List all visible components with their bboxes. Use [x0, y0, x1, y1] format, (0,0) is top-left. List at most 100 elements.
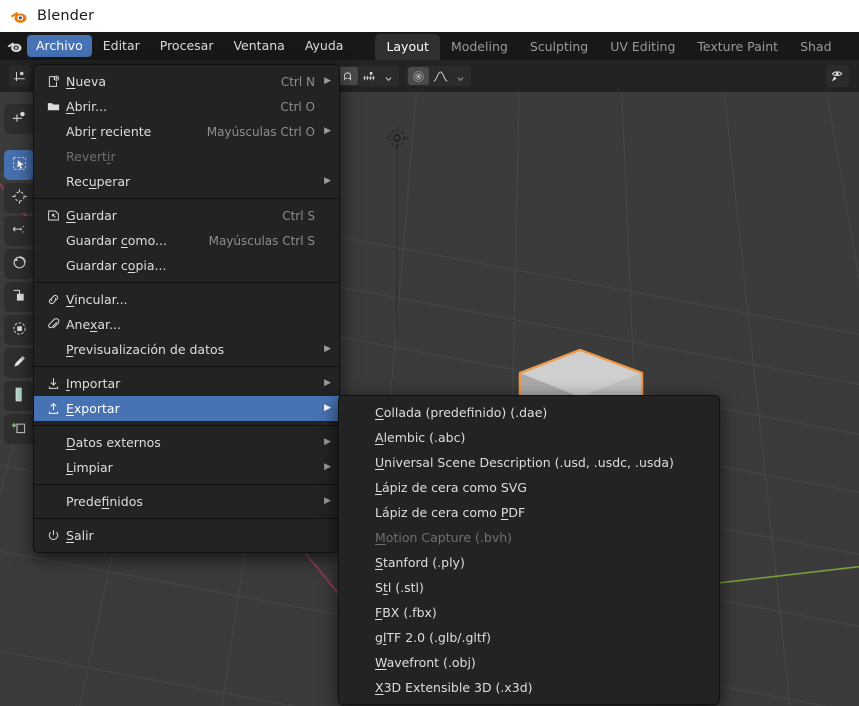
menu-item-anexar[interactable]: Anexar... ▶	[34, 312, 339, 337]
menu-item-guardar[interactable]: Guardar Ctrl S ▶	[34, 203, 339, 228]
menu-item-label: Guardar copia...	[66, 258, 167, 273]
workspace-tabs: Layout Modeling Sculpting UV Editing Tex…	[375, 32, 842, 60]
menu-item-salir[interactable]: Salir ▶	[34, 523, 339, 548]
power-icon	[40, 528, 66, 543]
editor-type-icon	[8, 65, 30, 87]
menu-item-previsualizacion-de-datos[interactable]: Previsualización de datos ▶	[34, 337, 339, 362]
blender-menu-logo-icon[interactable]	[0, 38, 26, 55]
menu-item-label: Universal Scene Description (.usd, .usdc…	[375, 455, 674, 470]
ruler-icon	[11, 386, 28, 406]
export-icon	[40, 401, 66, 416]
snap-to-increment-icon[interactable]	[358, 67, 380, 85]
rotate-icon	[11, 254, 28, 274]
export-item-x3d[interactable]: X3D Extensible 3D (.x3d)	[339, 675, 719, 700]
menu-ayuda[interactable]: Ayuda	[296, 35, 353, 57]
menu-ventana[interactable]: Ventana	[224, 35, 293, 57]
export-item-fbx[interactable]: FBX (.fbx)	[339, 600, 719, 625]
menu-item-abrir[interactable]: Abrir... Ctrl O ▶	[34, 94, 339, 119]
submenu-arrow-icon: ▶	[324, 437, 331, 447]
submenu-arrow-icon: ▶	[324, 462, 331, 472]
menu-item-label: Abrir...	[66, 99, 108, 114]
import-icon	[40, 376, 66, 391]
menu-item-label: Recuperar	[66, 174, 131, 189]
add-cube-icon	[11, 419, 28, 439]
tool-select-box[interactable]	[4, 150, 34, 180]
menu-archivo[interactable]: Archivo	[27, 35, 92, 57]
menu-item-recuperar[interactable]: Recuperar ▶	[34, 169, 339, 194]
menu-separator	[34, 366, 339, 367]
export-item-grease-pencil-pdf[interactable]: Lápiz de cera como PDF	[339, 500, 719, 525]
export-item-stl[interactable]: Stl (.stl)	[339, 575, 719, 600]
menu-item-limpiar[interactable]: Limpiar ▶	[34, 455, 339, 480]
paperclip-icon	[40, 317, 66, 332]
menu-item-importar[interactable]: Importar ▶	[34, 371, 339, 396]
export-item-grease-pencil-svg[interactable]: Lápiz de cera como SVG	[339, 475, 719, 500]
tool-cursor[interactable]	[4, 183, 34, 213]
menu-editar[interactable]: Editar	[94, 35, 149, 57]
3d-cursor-icon	[11, 188, 28, 208]
tab-modeling[interactable]: Modeling	[440, 34, 519, 60]
menu-item-label: Motion Capture (.bvh)	[375, 530, 513, 545]
transform-icon	[11, 320, 28, 340]
new-file-icon	[40, 74, 66, 89]
tool-move[interactable]	[4, 216, 34, 246]
link-icon	[40, 292, 66, 307]
menu-item-abrir-reciente[interactable]: Abrir reciente Mayúsculas Ctrl O ▶	[34, 119, 339, 144]
menu-item-predefinidos[interactable]: Predefinidos ▶	[34, 489, 339, 514]
viewport-visibility-button[interactable]	[826, 65, 859, 87]
menu-item-label: Revertir	[66, 149, 116, 164]
tool-measure[interactable]	[4, 381, 34, 411]
submenu-arrow-icon: ▶	[324, 126, 331, 136]
tab-texture-paint[interactable]: Texture Paint	[686, 34, 789, 60]
tool-transform[interactable]	[4, 315, 34, 345]
menu-item-label: Limpiar	[66, 460, 113, 475]
tab-uv-editing[interactable]: UV Editing	[599, 34, 686, 60]
falloff-curve-icon[interactable]	[429, 67, 452, 85]
snap-magnet-toggle[interactable]	[337, 67, 359, 85]
menu-item-guardar-como[interactable]: Guardar como... Mayúsculas Ctrl S ▶	[34, 228, 339, 253]
export-item-gltf[interactable]: glTF 2.0 (.glb/.gltf)	[339, 625, 719, 650]
menu-item-shortcut: Ctrl S	[282, 208, 315, 223]
menu-item-label: Salir	[66, 528, 94, 543]
menu-item-vincular[interactable]: Vincular... ▶	[34, 287, 339, 312]
menu-item-nueva[interactable]: Nueva Ctrl N ▶	[34, 69, 339, 94]
menu-item-guardar-copia[interactable]: Guardar copia... ▶	[34, 253, 339, 278]
export-item-stanford-ply[interactable]: Stanford (.ply)	[339, 550, 719, 575]
menu-item-label: Lápiz de cera como SVG	[375, 480, 527, 495]
menu-separator	[34, 198, 339, 199]
tab-shading[interactable]: Shad	[789, 34, 842, 60]
tweak-cursor-icon	[11, 109, 28, 129]
menu-separator	[34, 518, 339, 519]
tool-rotate[interactable]	[4, 249, 34, 279]
menu-item-label: Lápiz de cera como PDF	[375, 505, 526, 520]
menu-item-label: Datos externos	[66, 435, 161, 450]
move-arrows-icon	[11, 221, 28, 241]
export-item-collada[interactable]: Collada (predefinido) (.dae)	[339, 400, 719, 425]
tool-annotate[interactable]	[4, 348, 34, 378]
menu-procesar[interactable]: Procesar	[151, 35, 223, 57]
tool-scale[interactable]	[4, 282, 34, 312]
window-title: Blender	[37, 8, 95, 24]
scale-icon	[11, 287, 28, 307]
menu-item-exportar[interactable]: Exportar ▶	[34, 396, 339, 421]
export-item-wavefront-obj[interactable]: Wavefront (.obj)	[339, 650, 719, 675]
submenu-arrow-icon: ▶	[324, 496, 331, 506]
tool-tweak[interactable]	[4, 104, 34, 134]
tab-layout[interactable]: Layout	[375, 34, 440, 60]
chevron-down-icon[interactable]	[384, 72, 393, 81]
file-menu-dropdown: Nueva Ctrl N ▶ Abrir... Ctrl O ▶ Abrir r…	[33, 64, 340, 553]
tab-sculpting[interactable]: Sculpting	[519, 34, 599, 60]
menu-separator	[34, 425, 339, 426]
chevron-down-icon[interactable]	[456, 72, 465, 81]
tool-add-cube[interactable]	[4, 414, 34, 444]
proportional-edit-icon[interactable]	[408, 67, 430, 85]
menu-item-label: Importar	[66, 376, 121, 391]
export-item-motion-capture: Motion Capture (.bvh)	[339, 525, 719, 550]
export-item-alembic[interactable]: Alembic (.abc)	[339, 425, 719, 450]
blender-logo-icon	[9, 7, 28, 26]
menu-item-label: Predefinidos	[66, 494, 143, 509]
menu-item-datos-externos[interactable]: Datos externos ▶	[34, 430, 339, 455]
menu-item-label: FBX (.fbx)	[375, 605, 437, 620]
menu-item-label: Vincular...	[66, 292, 128, 307]
export-item-usd[interactable]: Universal Scene Description (.usd, .usdc…	[339, 450, 719, 475]
